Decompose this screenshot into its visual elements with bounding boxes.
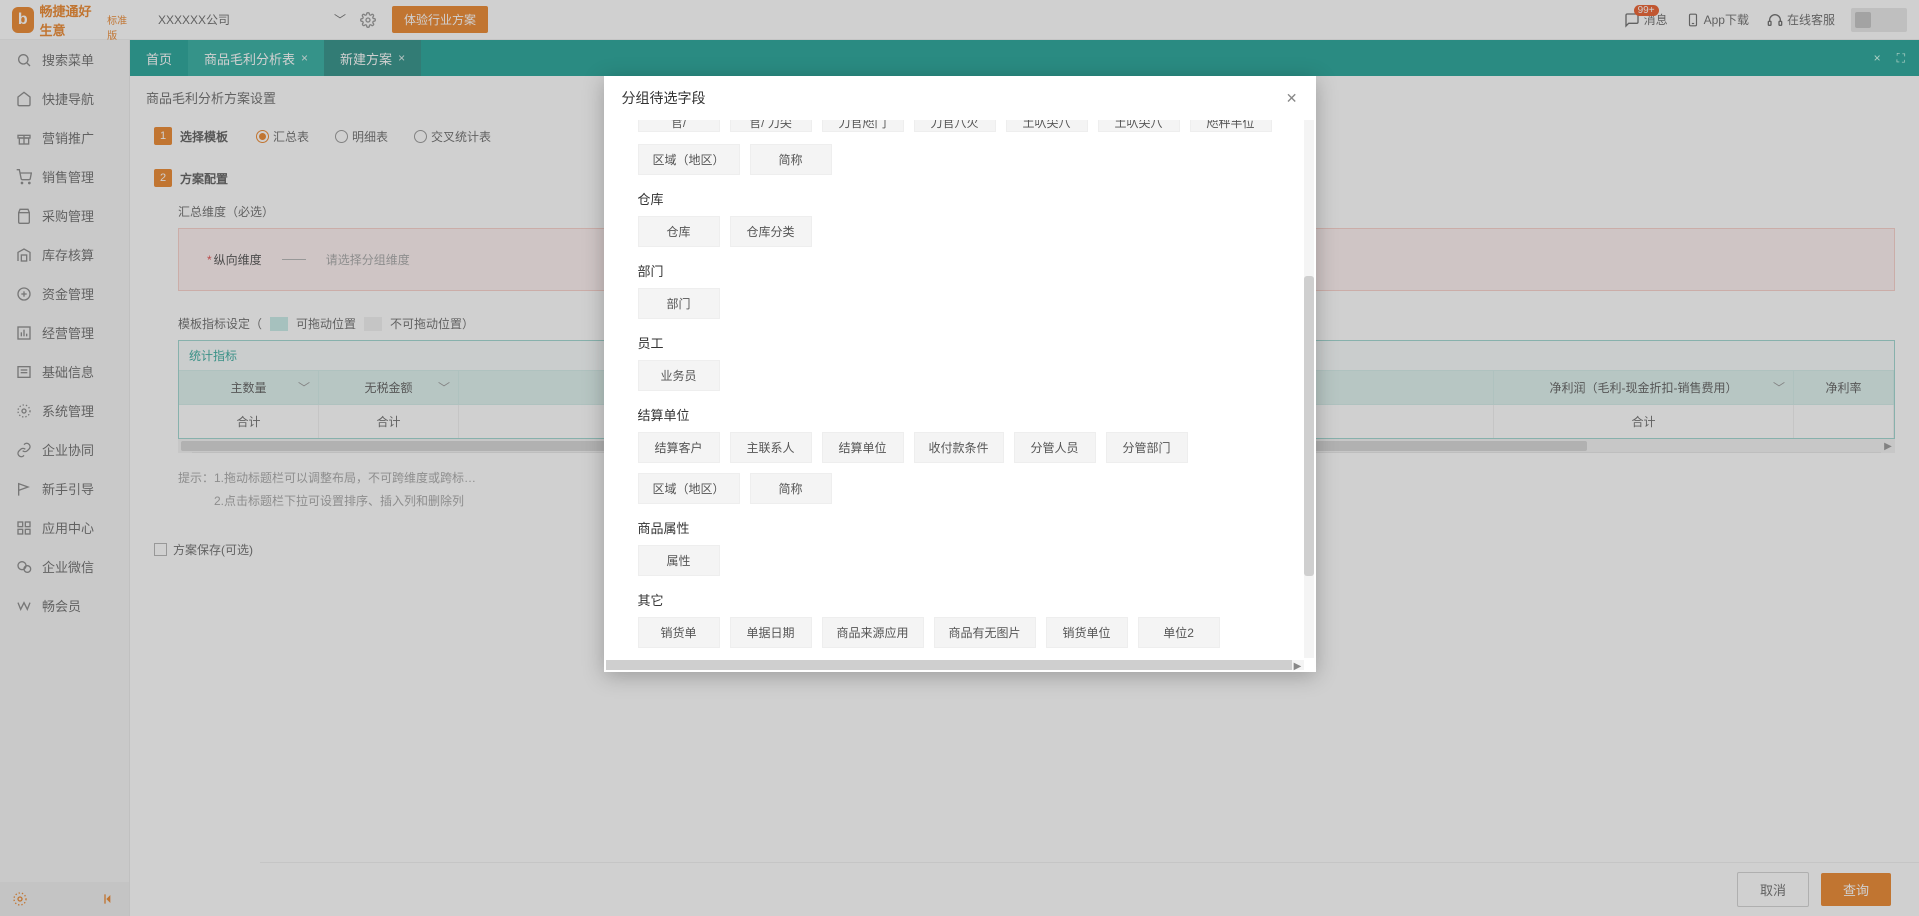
field-pill[interactable]: 简称 bbox=[750, 144, 832, 175]
modal-body: 官/官/ 刀尖刀官咫门刀官八火土叺尖八土叺尖八咫秤半位区域（地区）简称仓库仓库仓… bbox=[604, 120, 1316, 672]
field-group-title: 仓库 bbox=[638, 189, 1300, 208]
field-pill-clipped[interactable]: 刀官八火 bbox=[914, 120, 996, 132]
field-pill[interactable]: 单据日期 bbox=[730, 617, 812, 648]
field-pill[interactable]: 区域（地区） bbox=[638, 144, 740, 175]
field-pill[interactable]: 区域（地区） bbox=[638, 473, 740, 504]
field-pill[interactable]: 部门 bbox=[638, 288, 720, 319]
field-pill[interactable]: 收付款条件 bbox=[914, 432, 1004, 463]
field-pill[interactable]: 简称 bbox=[750, 473, 832, 504]
modal-vscroll-thumb[interactable] bbox=[1304, 276, 1314, 576]
field-pill[interactable]: 结算单位 bbox=[822, 432, 904, 463]
field-group-title: 部门 bbox=[638, 261, 1300, 280]
field-pill[interactable]: 商品有无图片 bbox=[934, 617, 1036, 648]
field-pill-clipped[interactable]: 官/ bbox=[638, 120, 720, 132]
field-selector-modal: 分组待选字段 ✕ 官/官/ 刀尖刀官咫门刀官八火土叺尖八土叺尖八咫秤半位区域（地… bbox=[604, 76, 1316, 672]
modal-hscroll-right-icon[interactable]: ▶ bbox=[1292, 660, 1304, 672]
field-pill-clipped[interactable]: 咫秤半位 bbox=[1190, 120, 1272, 132]
modal-title: 分组待选字段 bbox=[622, 88, 706, 108]
modal-close-icon[interactable]: ✕ bbox=[1286, 90, 1298, 107]
field-pill[interactable]: 结算客户 bbox=[638, 432, 720, 463]
field-pill[interactable]: 单位2 bbox=[1138, 617, 1220, 648]
field-pill-clipped[interactable]: 土叺尖八 bbox=[1098, 120, 1180, 132]
field-pill[interactable]: 销货单位 bbox=[1046, 617, 1128, 648]
field-pill[interactable]: 仓库 bbox=[638, 216, 720, 247]
field-pill-clipped[interactable]: 土叺尖八 bbox=[1006, 120, 1088, 132]
field-pill[interactable]: 主联系人 bbox=[730, 432, 812, 463]
field-pill-clipped[interactable]: 刀官咫门 bbox=[822, 120, 904, 132]
modal-header: 分组待选字段 ✕ bbox=[604, 76, 1316, 120]
field-pill[interactable]: 分管部门 bbox=[1106, 432, 1188, 463]
field-pill[interactable]: 仓库分类 bbox=[730, 216, 812, 247]
field-pill-clipped[interactable]: 官/ 刀尖 bbox=[730, 120, 812, 132]
field-group-title: 结算单位 bbox=[638, 405, 1300, 424]
field-pill[interactable]: 销货单 bbox=[638, 617, 720, 648]
field-group-title: 员工 bbox=[638, 333, 1300, 352]
field-pill[interactable]: 业务员 bbox=[638, 360, 720, 391]
field-pill[interactable]: 商品来源应用 bbox=[822, 617, 924, 648]
field-pill[interactable]: 属性 bbox=[638, 545, 720, 576]
field-group-title: 商品属性 bbox=[638, 518, 1300, 537]
modal-hscroll-thumb[interactable] bbox=[606, 660, 1292, 670]
field-group-title: 其它 bbox=[638, 590, 1300, 609]
field-pill[interactable]: 分管人员 bbox=[1014, 432, 1096, 463]
